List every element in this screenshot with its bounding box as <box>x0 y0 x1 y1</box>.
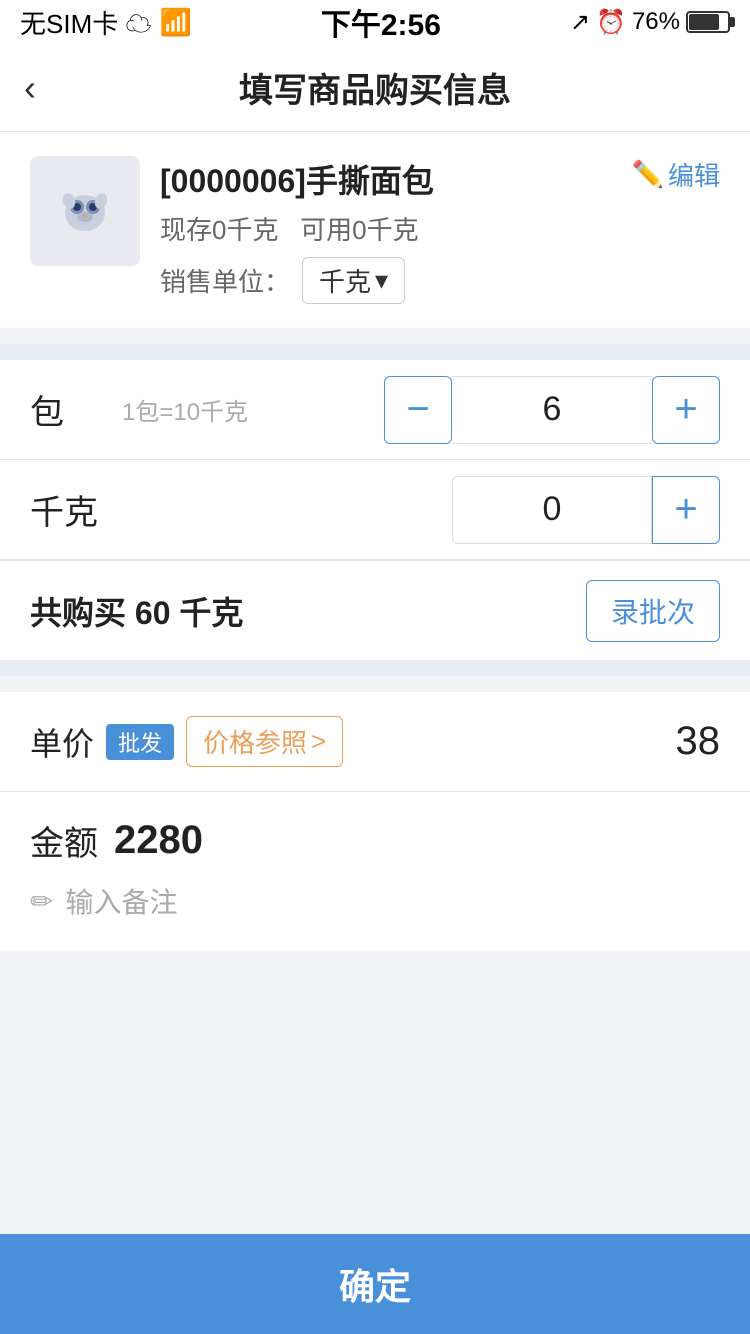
product-card: [0000006]手撕面包 ✏️ 编辑 现存0千克 可用0千克 销售单位： 千克… <box>0 132 750 328</box>
kg-input-row: 千克 + <box>0 460 750 560</box>
amount-row: 金额 2280 <box>30 816 720 865</box>
input-section: 包 1包=10千克 − + 千克 + <box>0 360 750 560</box>
kg-label: 千克 <box>30 485 110 534</box>
chevron-right-icon: > <box>311 726 326 757</box>
pack-label: 包 <box>30 385 110 434</box>
status-right: ↗ ⏰ 76% <box>570 8 730 37</box>
pencil-icon: ✏ <box>30 885 53 918</box>
amount-label: 金额 <box>30 816 98 865</box>
section-separator-1 <box>0 344 750 360</box>
pack-sublabel: 1包=10千克 <box>122 392 384 427</box>
product-name: [0000006]手撕面包 <box>160 156 434 202</box>
total-text: 共购买 60 千克 <box>30 588 243 634</box>
price-ref-button[interactable]: 价格参照 > <box>186 716 343 767</box>
pack-qty-input[interactable] <box>452 376 652 444</box>
section-separator-2 <box>0 660 750 676</box>
amount-value: 2280 <box>114 818 203 863</box>
battery-icon <box>686 11 730 33</box>
confirm-button[interactable]: 确定 <box>0 1234 750 1334</box>
page-title: 填写商品购买信息 <box>239 63 511 112</box>
product-stock: 现存0千克 可用0千克 <box>160 210 720 247</box>
amount-section: 金额 2280 ✏ 输入备注 <box>0 791 750 951</box>
remark-row[interactable]: ✏ 输入备注 <box>30 881 720 921</box>
location-icon: ↗ <box>570 8 590 37</box>
content-area: [0000006]手撕面包 ✏️ 编辑 现存0千克 可用0千克 销售单位： 千克… <box>0 132 750 1234</box>
batch-button[interactable]: 录批次 <box>586 580 720 642</box>
back-button[interactable]: ‹ <box>24 67 36 109</box>
price-row: 单价 批发 价格参照 > 38 <box>30 716 720 767</box>
status-bar: 无SIM卡 ☁ 📶 下午2:56 ↗ ⏰ 76% <box>0 0 750 44</box>
nav-bar: ‹ 填写商品购买信息 <box>0 44 750 132</box>
pack-qty-control: − + <box>384 376 720 444</box>
badge-pifa: 批发 <box>106 724 174 760</box>
status-left: 无SIM卡 ☁ 📶 <box>20 4 192 41</box>
product-unit-row: 销售单位： 千克 ▾ <box>160 257 720 304</box>
confirm-label: 确定 <box>339 1258 411 1310</box>
kg-plus-button[interactable]: + <box>652 476 720 544</box>
product-thumbnail <box>30 156 140 266</box>
edit-link[interactable]: ✏️ 编辑 <box>632 156 720 193</box>
kg-qty-control: + <box>452 476 720 544</box>
alarm-icon: ⏰ <box>596 8 626 37</box>
kg-qty-input[interactable] <box>452 476 652 544</box>
wifi-icon: 📶 <box>159 7 191 38</box>
remark-placeholder: 输入备注 <box>65 881 177 921</box>
edit-icon: ✏️ <box>632 159 664 190</box>
gray-fill-area <box>0 951 750 1234</box>
pack-minus-button[interactable]: − <box>384 376 452 444</box>
price-section: 单价 批发 价格参照 > 38 <box>0 692 750 791</box>
sim-label: 无SIM卡 ☁ <box>20 4 151 41</box>
unit-select[interactable]: 千克 ▾ <box>302 257 405 304</box>
status-time: 下午2:56 <box>321 0 441 44</box>
battery-percent: 76% <box>632 8 680 36</box>
price-value: 38 <box>676 719 721 764</box>
total-row: 共购买 60 千克 录批次 <box>0 560 750 660</box>
product-info: [0000006]手撕面包 ✏️ 编辑 现存0千克 可用0千克 销售单位： 千克… <box>160 156 720 304</box>
pack-plus-button[interactable]: + <box>652 376 720 444</box>
pack-input-row: 包 1包=10千克 − + <box>0 360 750 460</box>
price-label: 单价 批发 价格参照 > <box>30 716 343 767</box>
chevron-down-icon: ▾ <box>375 265 388 296</box>
